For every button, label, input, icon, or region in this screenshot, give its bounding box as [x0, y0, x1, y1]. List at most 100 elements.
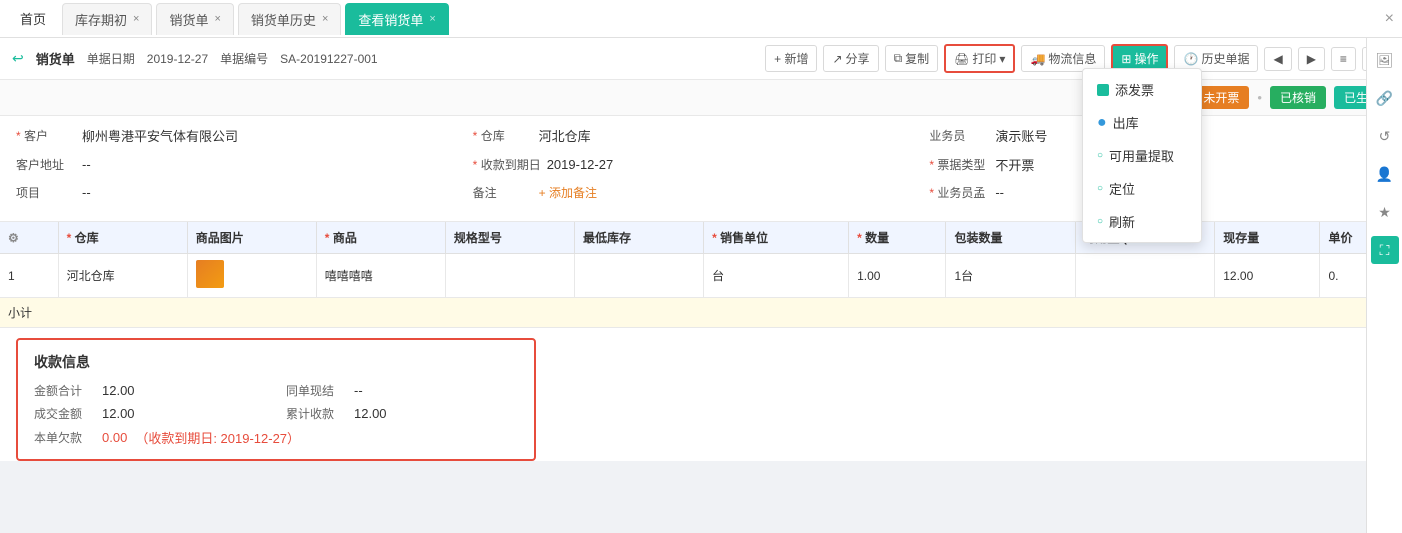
tab-sales-history[interactable]: 销货单历史 × [238, 3, 341, 35]
sidebar-refresh-icon[interactable]: ↺ [1371, 122, 1399, 150]
td-stock: 12.00 [1215, 254, 1320, 298]
tab-inventory-init[interactable]: 库存期初 × [62, 3, 152, 35]
toolbar-actions: + 新增 ↗ 分享 ⧉ 复制 🖨 打印 ▾ 🚚 物流信息 ⊞ 操作 [765, 44, 1390, 73]
tab-sales-history-close[interactable]: × [322, 13, 328, 25]
add-invoice-checkbox [1097, 84, 1109, 96]
warehouse-label: 仓库 [473, 127, 533, 144]
th-unit: 销售单位 [704, 222, 849, 254]
cumulative-row: 累计收款 12.00 [286, 405, 518, 422]
doc-icon: ↩ [12, 50, 24, 67]
menu-outbound[interactable]: ● 出库 [1083, 106, 1201, 139]
tab-view-sales-label: 查看销货单 [358, 10, 423, 29]
staff-value[interactable]: 演示账号 [995, 126, 1047, 145]
available-qty-radio: ○ [1097, 150, 1103, 161]
payment-date-label: 收款到期日 [473, 156, 541, 173]
warehouse-value[interactable]: 河北仓库 [539, 126, 591, 145]
sidebar-img-icon[interactable]: 🖼 [1371, 46, 1399, 74]
tab-inventory-init-close[interactable]: × [133, 13, 139, 25]
project-value[interactable]: -- [82, 185, 91, 200]
truck-icon: 🚚 [1030, 52, 1045, 66]
warehouse-field: 仓库 河北仓库 [473, 126, 930, 145]
next-button[interactable]: ▶ [1298, 47, 1325, 71]
locate-label: 定位 [1109, 179, 1135, 198]
deal-amount-row: 成交金额 12.00 [34, 405, 266, 422]
print-button[interactable]: 🖨 打印 ▾ [944, 44, 1015, 73]
td-spec [445, 254, 574, 298]
due-note: （收款到期日: 2019-12-27） [135, 428, 300, 447]
sidebar-link-icon[interactable]: 🔗 [1371, 84, 1399, 112]
tab-bar: 首页 库存期初 × 销货单 × 销货单历史 × 查看销货单 × × [0, 0, 1402, 38]
share-button[interactable]: ↗ 分享 [823, 45, 878, 72]
add-note-btn[interactable]: 添加备注 [539, 184, 597, 201]
prev-button[interactable]: ◀ [1264, 47, 1291, 71]
total-row: 金额合计 12.00 [34, 382, 266, 399]
menu-locate[interactable]: ○ 定位 [1083, 172, 1201, 205]
same-order-value: -- [354, 383, 363, 398]
doc-label: 销货单 [36, 49, 75, 68]
remark-field: 备注 添加备注 [473, 184, 930, 201]
print-icon: 🖨 [954, 52, 969, 66]
copy-button[interactable]: ⧉ 复制 [885, 45, 939, 72]
doc-title-area: ↩ 销货单 单据日期 2019-12-27 单据编号 SA-20191227-0… [12, 49, 761, 68]
td-available [1075, 254, 1215, 298]
right-sidebar: 🖼 🔗 ↺ 👤 ★ ⛶ [1366, 38, 1402, 533]
same-order-row: 同单现结 -- [286, 382, 518, 399]
due-label: 本单欠款 [34, 429, 94, 446]
payment-title: 收款信息 [34, 352, 518, 372]
payment-date-value[interactable]: 2019-12-27 [547, 157, 614, 172]
settings-icon: ⚙ [8, 231, 19, 245]
cumulative-value: 12.00 [354, 406, 387, 421]
deal-amount-label: 成交金额 [34, 405, 94, 422]
doc-date-value: 2019-12-27 [147, 52, 208, 66]
tab-sales-order-close[interactable]: × [214, 13, 220, 25]
doc-no-label: 单据编号 [220, 50, 268, 67]
print-dropdown-icon: ▾ [999, 52, 1005, 66]
refresh-label: 刷新 [1109, 212, 1135, 231]
th-warehouse: 仓库 [58, 222, 187, 254]
tab-home[interactable]: 首页 [8, 3, 58, 34]
deal-amount-value: 12.00 [102, 406, 135, 421]
history-icon: 🕐 [1183, 52, 1198, 66]
staff2-value[interactable]: -- [995, 185, 1004, 200]
address-label: 客户地址 [16, 156, 76, 173]
list-view-button[interactable]: ≡ [1331, 47, 1356, 71]
copy-icon: ⧉ [894, 51, 903, 66]
menu-add-invoice[interactable]: 添发票 [1083, 73, 1201, 106]
td-product-name: 嘻嘻嘻嘻 [316, 254, 445, 298]
customer-field: 客户 柳州粤港平安气体有限公司 [16, 126, 473, 145]
sidebar-user-icon[interactable]: 👤 [1371, 160, 1399, 188]
cumulative-label: 累计收款 [286, 405, 346, 422]
th-product: 商品 [316, 222, 445, 254]
sidebar-expand-icon[interactable]: ⛶ [1371, 236, 1399, 264]
payment-date-field: 收款到期日 2019-12-27 [473, 156, 930, 173]
doc-no-value: SA-20191227-001 [280, 52, 377, 66]
menu-available-qty[interactable]: ○ 可用量提取 [1083, 139, 1201, 172]
tab-view-sales-close[interactable]: × [429, 13, 435, 25]
th-spec: 规格型号 [445, 222, 574, 254]
tab-inventory-init-label: 库存期初 [75, 10, 127, 29]
sidebar-star-icon[interactable]: ★ [1371, 198, 1399, 226]
menu-refresh[interactable]: ○ 刷新 [1083, 205, 1201, 238]
address-value[interactable]: -- [82, 157, 91, 172]
available-qty-label: 可用量提取 [1109, 146, 1174, 165]
td-min-stock [574, 254, 703, 298]
customer-value[interactable]: 柳州粤港平安气体有限公司 [82, 126, 238, 145]
td-no: 1 [0, 254, 58, 298]
locate-radio: ○ [1097, 183, 1103, 194]
new-button[interactable]: + 新增 [765, 45, 817, 72]
th-settings[interactable]: ⚙ [0, 222, 58, 254]
tab-view-sales[interactable]: 查看销货单 × [345, 3, 448, 35]
tab-close-icon[interactable]: × [1385, 10, 1394, 28]
outbound-radio: ● [1097, 114, 1107, 132]
td-unit: 台 [704, 254, 849, 298]
ticket-type-value[interactable]: 不开票 [995, 155, 1034, 174]
tab-sales-order[interactable]: 销货单 × [156, 3, 233, 35]
payment-section: 收款信息 金额合计 12.00 同单现结 -- 成交金额 12.00 累计收款 … [16, 338, 536, 461]
subtotal-row: 小计 [0, 298, 1402, 328]
share-icon: ↗ [832, 52, 842, 66]
td-pack-qty: 1台 [946, 254, 1075, 298]
refresh-radio: ○ [1097, 216, 1103, 227]
project-field: 项目 -- [16, 184, 473, 201]
same-order-label: 同单现结 [286, 382, 346, 399]
th-product-img: 商品图片 [187, 222, 316, 254]
